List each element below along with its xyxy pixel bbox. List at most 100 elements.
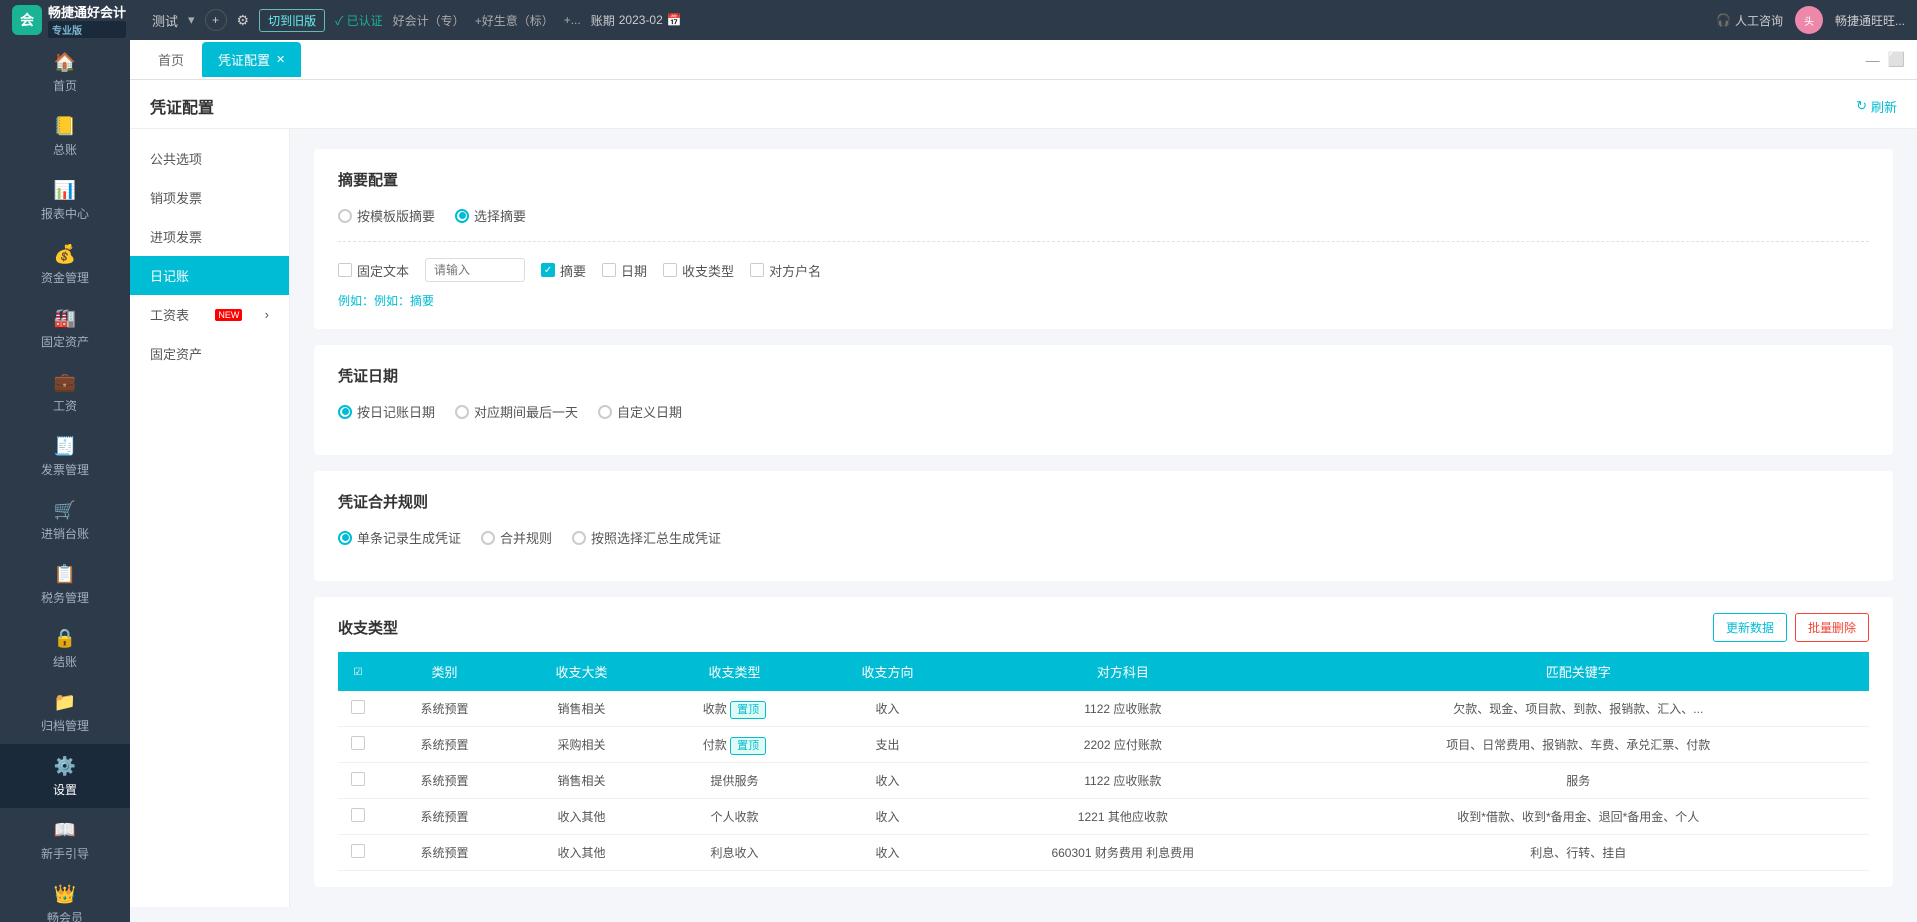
row2-reset-tag[interactable]: 置顶 — [730, 737, 766, 755]
batch-delete-button[interactable]: 批量删除 — [1795, 613, 1869, 642]
table-row: 系统预置 采购相关 付款 置顶 支出 2202 应付账款 项目、日常费用、报销款… — [338, 727, 1869, 763]
checkbox-counter-name[interactable]: 对方户名 — [750, 261, 821, 280]
refresh-icon: ↻ — [1856, 98, 1867, 114]
page-title: 凭证配置 — [150, 94, 214, 118]
member-icon: 👑 — [54, 884, 76, 905]
left-nav-sales-invoice[interactable]: 销项发票 — [130, 178, 289, 217]
new-badge: NEW — [215, 309, 242, 321]
sidebar-item-salary[interactable]: 💼 工资 — [0, 360, 130, 424]
radio-rules-circle — [481, 531, 495, 545]
radio-last-circle — [455, 405, 469, 419]
sidebar-item-reports[interactable]: 📊 报表中心 — [0, 168, 130, 232]
sidebar-item-archive[interactable]: 📁 归档管理 — [0, 680, 130, 744]
row4-checkbox[interactable] — [351, 808, 365, 822]
left-nav-diary[interactable]: 日记账 — [130, 256, 289, 295]
row3-major: 销售相关 — [511, 763, 652, 799]
row2-checkbox[interactable] — [351, 736, 365, 750]
th-type: 收支类型 — [652, 652, 817, 691]
reports-icon: 📊 — [54, 180, 76, 201]
select-all-checkbox[interactable]: ☑ — [351, 666, 365, 680]
sidebar-label-purchase: 进销台账 — [41, 525, 89, 542]
home-icon: 🏠 — [54, 52, 76, 73]
fixed-text-input[interactable] — [425, 258, 525, 282]
page-content: 凭证配置 ↻ 刷新 公共选项 销项发票 进项发票 — [130, 80, 1917, 922]
checkbox-type-box — [663, 263, 677, 277]
radio-custom-circle — [598, 405, 612, 419]
old-version-button[interactable]: 切到旧版 — [259, 9, 325, 32]
tab-maximize-button[interactable]: ⬜ — [1888, 51, 1905, 68]
update-data-button[interactable]: 更新数据 — [1713, 613, 1787, 642]
service-button[interactable]: 🎧 人工咨询 — [1716, 12, 1783, 29]
tab-close-icon[interactable]: ✕ — [276, 53, 285, 66]
tab-voucher-config[interactable]: 凭证配置 ✕ — [202, 42, 301, 77]
sidebar-item-guide[interactable]: 📖 新手引导 — [0, 808, 130, 872]
row3-checkbox[interactable] — [351, 772, 365, 786]
guide-icon: 📖 — [54, 820, 76, 841]
row5-keywords: 利息、行转、挂自 — [1288, 835, 1869, 871]
sidebar-label-salary: 工资 — [53, 397, 77, 414]
tab-home[interactable]: 首页 — [142, 42, 200, 77]
row1-type: 收款 置顶 — [652, 691, 817, 727]
checkbox-type[interactable]: 收支类型 — [663, 261, 734, 280]
main-layout: 🏠 首页 📒 总账 📊 报表中心 💰 资金管理 🏭 固定资产 💼 工资 🧾 发票… — [0, 40, 1917, 922]
left-nav-purchase-invoice[interactable]: 进项发票 — [130, 217, 289, 256]
headphone-icon: 🎧 — [1716, 13, 1731, 27]
sidebar-item-settings[interactable]: ⚙️ 设置 — [0, 744, 130, 808]
row4-major: 收入其他 — [511, 799, 652, 835]
sidebar-item-close[interactable]: 🔒 结账 — [0, 616, 130, 680]
close-period-icon: 🔒 — [54, 628, 76, 649]
date-radio-last[interactable]: 对应期间最后一天 — [455, 402, 578, 421]
summary-config-section: 摘要配置 按模板版摘要 选择摘要 — [314, 149, 1893, 329]
sidebar-item-member[interactable]: 👑 畅会员 — [0, 872, 130, 922]
checkbox-fixed-text[interactable]: 固定文本 — [338, 261, 409, 280]
row1-checkbox[interactable] — [351, 700, 365, 714]
logo-text-block: 畅捷通好会计 专业版 — [48, 2, 126, 38]
sidebar-item-ledger[interactable]: 📒 总账 — [0, 104, 130, 168]
company-name: 测试 — [152, 11, 178, 30]
divider-1 — [338, 241, 1869, 242]
salary-icon: 💼 — [54, 372, 76, 393]
left-nav-salary[interactable]: 工资表 NEW › — [130, 295, 289, 334]
checkbox-summary[interactable]: ✓ 摘要 — [541, 261, 586, 280]
sidebar-item-assets[interactable]: 🏭 固定资产 — [0, 296, 130, 360]
checkbox-date-box — [602, 263, 616, 277]
sidebar-item-purchase[interactable]: 🛒 进销台账 — [0, 488, 130, 552]
row3-category: 系统预置 — [378, 763, 511, 799]
checkbox-date[interactable]: 日期 — [602, 261, 647, 280]
voucher-date-title: 凭证日期 — [338, 365, 1869, 386]
logo: 会 畅捷通好会计 专业版 — [12, 2, 142, 38]
row4-keywords: 收到*借款、收到*备用金、退回*备用金、个人 — [1288, 799, 1869, 835]
sidebar-label-member: 畅会员 — [47, 909, 83, 922]
summary-radio-group: 按模板版摘要 选择摘要 — [338, 206, 1869, 225]
username: 畅捷通旺旺... — [1835, 12, 1905, 29]
table-row: 系统预置 收入其他 利息收入 收入 660301 财务费用 利息费用 利息、行转… — [338, 835, 1869, 871]
sidebar-item-home[interactable]: 🏠 首页 — [0, 40, 130, 104]
topbar: 会 畅捷通好会计 专业版 测试 ▾ + ⚙ 切到旧版 ✓ 已认证 好会计（专） … — [0, 0, 1917, 40]
sidebar-item-invoice[interactable]: 🧾 发票管理 — [0, 424, 130, 488]
row4-checkbox-cell — [338, 799, 378, 835]
tab-minimize-button[interactable]: — — [1866, 51, 1880, 68]
date-radio-diary[interactable]: 按日记账日期 — [338, 402, 435, 421]
row2-keywords: 项目、日常费用、报销款、车费、承兑汇票、付款 — [1288, 727, 1869, 763]
salary-chevron-icon: › — [265, 307, 269, 322]
merge-radio-total[interactable]: 按照选择汇总生成凭证 — [572, 528, 721, 547]
sidebar-label-guide: 新手引导 — [41, 845, 89, 862]
gear-icon[interactable]: ⚙ — [237, 12, 250, 29]
checkbox-fixed-text-box — [338, 263, 352, 277]
row5-checkbox[interactable] — [351, 844, 365, 858]
ledger-icon: 📒 — [54, 116, 76, 137]
tag-3: +... — [564, 13, 581, 27]
summary-radio-select[interactable]: 选择摘要 — [455, 206, 526, 225]
summary-radio-template[interactable]: 按模板版摘要 — [338, 206, 435, 225]
sidebar-item-tax[interactable]: 📋 税务管理 — [0, 552, 130, 616]
left-nav-public[interactable]: 公共选项 — [130, 139, 289, 178]
refresh-button[interactable]: ↻ 刷新 — [1856, 97, 1897, 116]
row1-reset-tag[interactable]: 置顶 — [730, 701, 766, 719]
merge-radio-rules[interactable]: 合并规则 — [481, 528, 552, 547]
tab-bar: 首页 凭证配置 ✕ — ⬜ — [130, 40, 1917, 80]
date-radio-custom[interactable]: 自定义日期 — [598, 402, 682, 421]
left-nav-fixed-assets[interactable]: 固定资产 — [130, 334, 289, 373]
sidebar-item-funds[interactable]: 💰 资金管理 — [0, 232, 130, 296]
add-button[interactable]: + — [205, 9, 227, 31]
merge-radio-single[interactable]: 单条记录生成凭证 — [338, 528, 461, 547]
